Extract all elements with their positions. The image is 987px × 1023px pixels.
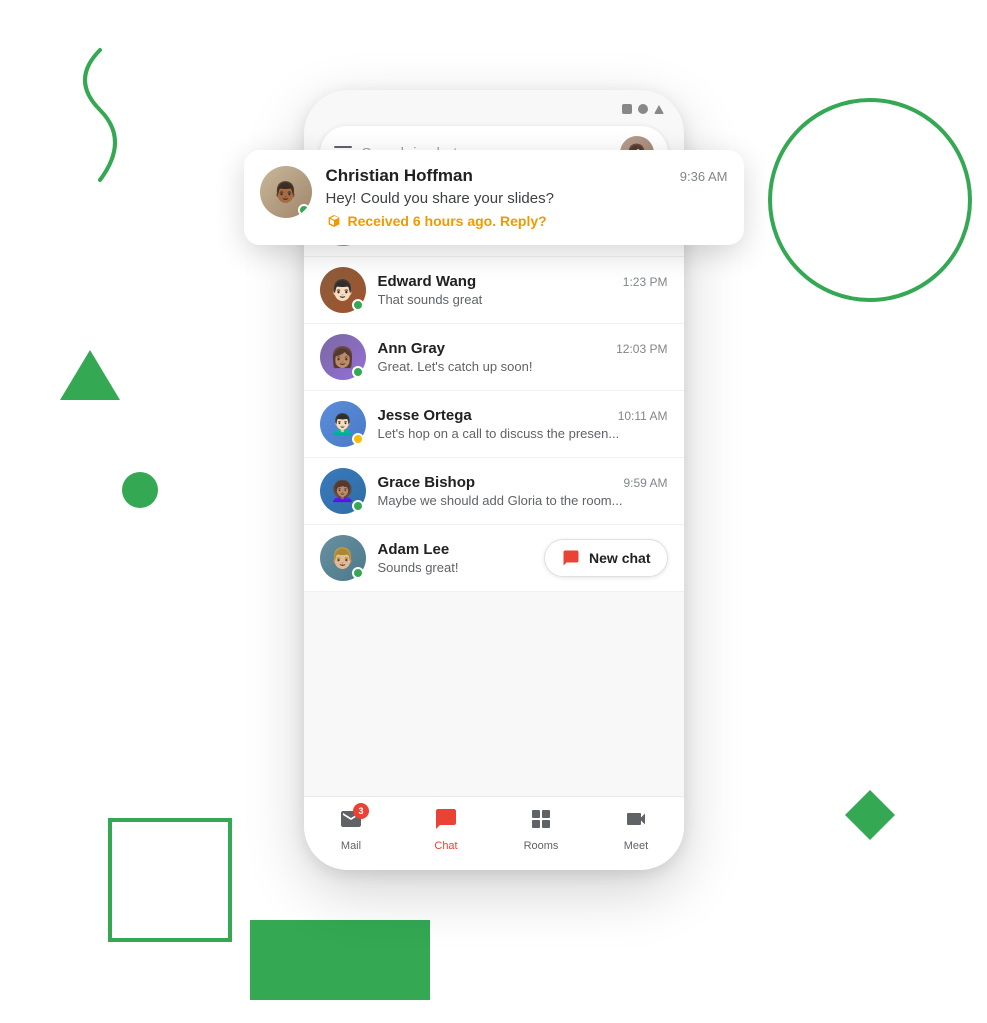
chat-item-content: Grace Bishop 9:59 AM Maybe we should add… [378, 474, 668, 508]
nav-item-rooms[interactable]: Rooms [494, 807, 589, 852]
online-status-dot [352, 299, 364, 311]
contact-name: Ann Gray [378, 340, 446, 357]
nav-item-meet[interactable]: Meet [589, 807, 684, 852]
message-preview: Maybe we should add Gloria to the room..… [378, 493, 668, 508]
message-time: 1:23 PM [623, 275, 668, 289]
message-preview: Sounds great! [378, 560, 533, 575]
contact-name: Adam Lee [378, 541, 450, 558]
chat-list: 👨🏾 Christian Hoffman 9:36 AM Awesome, th… [304, 190, 684, 592]
message-preview: Let's hop on a call to discuss the prese… [378, 426, 668, 441]
avatar-wrap: 👨🏻‍🦱 [320, 401, 366, 447]
contact-name: Edward Wang [378, 273, 477, 290]
nav-badge: 3 [353, 803, 369, 819]
nav-label: Mail [341, 840, 361, 852]
online-status-dot [352, 500, 364, 512]
nav-label: Meet [624, 840, 648, 852]
contact-name: Jesse Ortega [378, 407, 472, 424]
nav-item-mail[interactable]: 3 Mail [304, 807, 399, 852]
chat-list-item[interactable]: 👩🏽 Ann Gray 12:03 PM Great. Let's catch … [304, 324, 684, 391]
avatar-wrap: 👩🏽‍🦱 [320, 468, 366, 514]
online-status-dot [352, 366, 364, 378]
chat-list-item[interactable]: 👨🏻 Edward Wang 1:23 PM That sounds great [304, 257, 684, 324]
message-preview: Great. Let's catch up soon! [378, 359, 668, 374]
notification-content: Christian Hoffman 9:36 AM Hey! Could you… [326, 166, 728, 229]
nav-icon-wrap [434, 807, 458, 836]
avatar-wrap: 👨🏼 [320, 535, 366, 581]
nav-icon-wrap [624, 807, 648, 836]
new-chat-button[interactable]: New chat [544, 539, 667, 577]
chat-list-item[interactable]: 👨🏼 Adam Lee Sounds great! New chat [304, 525, 684, 592]
message-time: 9:59 AM [623, 476, 667, 490]
avatar-wrap: 👩🏽 [320, 334, 366, 380]
notification-sender-name: Christian Hoffman [326, 166, 473, 186]
bottom-navigation: 3 Mail Chat Rooms Meet [304, 796, 684, 870]
status-circle-icon [638, 104, 648, 114]
phone-scene: 👨🏾 Christian Hoffman 9:36 AM Hey! Could … [264, 30, 724, 950]
notification-message: Hey! Could you share your slides? [326, 190, 728, 207]
chat-item-content: Ann Gray 12:03 PM Great. Let's catch up … [378, 340, 668, 374]
chat-item-content: Jesse Ortega 10:11 AM Let's hop on a cal… [378, 407, 668, 441]
contact-name: Grace Bishop [378, 474, 476, 491]
new-chat-icon [561, 548, 581, 568]
nav-item-chat[interactable]: Chat [399, 807, 494, 852]
status-bar [304, 90, 684, 120]
notification-avatar: 👨🏾 [260, 166, 312, 218]
notification-reply-prompt[interactable]: Received 6 hours ago. Reply? [326, 213, 728, 229]
chat-item-content: Adam Lee Sounds great! [378, 541, 533, 575]
status-triangle-icon [654, 105, 664, 114]
nav-icon-wrap [529, 807, 553, 836]
nav-icon-wrap: 3 [339, 807, 363, 836]
message-time: 12:03 PM [616, 342, 667, 356]
nav-label: Rooms [524, 840, 559, 852]
status-square-icon [622, 104, 632, 114]
notification-card[interactable]: 👨🏾 Christian Hoffman 9:36 AM Hey! Could … [244, 150, 744, 245]
notification-time: 9:36 AM [680, 169, 728, 184]
online-status-dot [352, 433, 364, 445]
message-time: 10:11 AM [618, 409, 668, 423]
new-chat-label: New chat [589, 550, 650, 566]
chat-item-content: Edward Wang 1:23 PM That sounds great [378, 273, 668, 307]
message-preview: That sounds great [378, 292, 668, 307]
chat-list-item[interactable]: 👨🏻‍🦱 Jesse Ortega 10:11 AM Let's hop on … [304, 391, 684, 458]
online-status-dot [352, 567, 364, 579]
nav-label: Chat [434, 840, 457, 852]
chat-list-item[interactable]: 👩🏽‍🦱 Grace Bishop 9:59 AM Maybe we shoul… [304, 458, 684, 525]
avatar-wrap: 👨🏻 [320, 267, 366, 313]
